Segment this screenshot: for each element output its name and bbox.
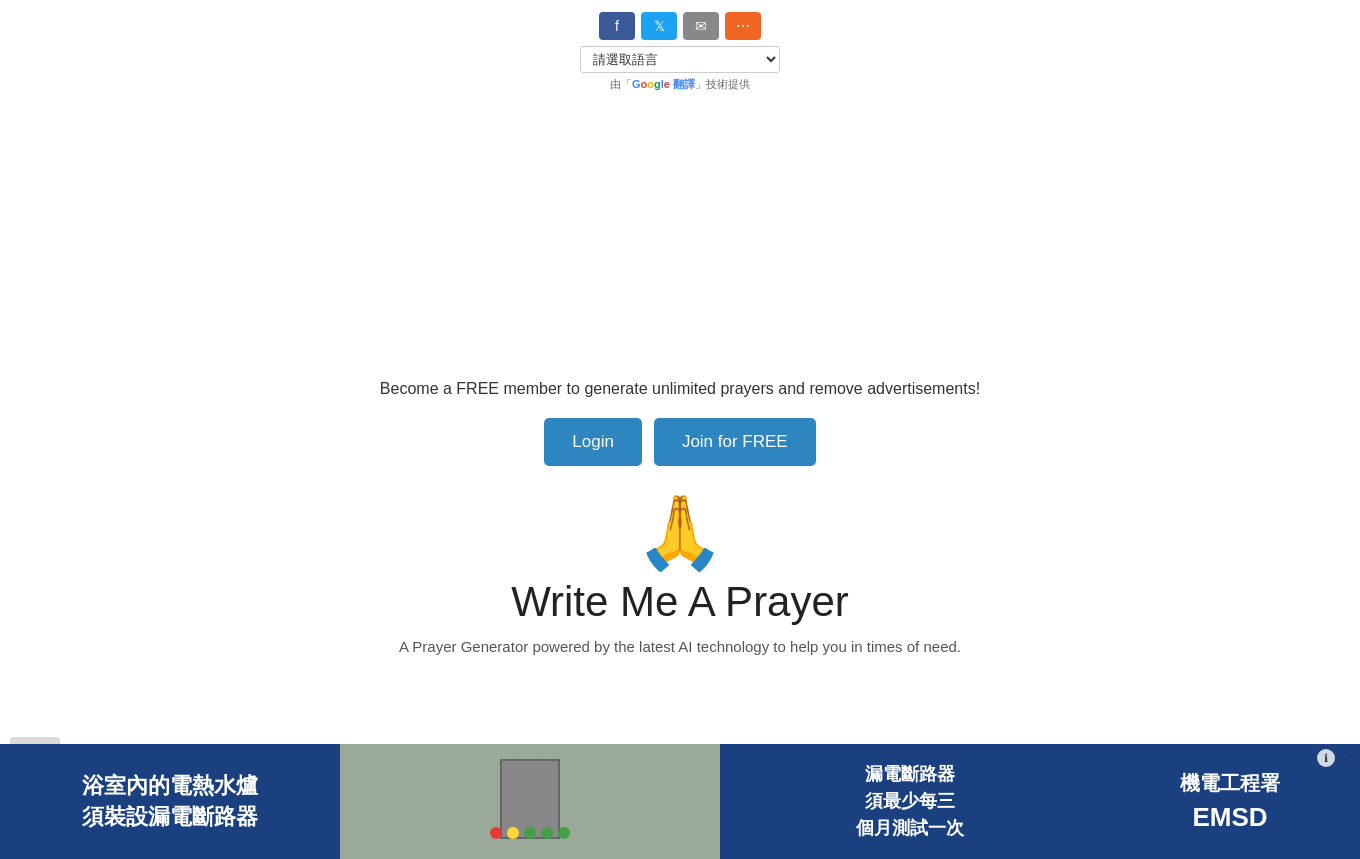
translate-credit: 由「Google 翻譯」技術提供	[610, 77, 750, 92]
translate-area: 請選取語言 由「Google 翻譯」技術提供	[0, 46, 1360, 92]
twitter-share-button[interactable]: 𝕏	[641, 12, 677, 40]
led-green2	[541, 827, 553, 839]
ad-panel-right: 漏電斷路器 須最少每三 個月測試一次	[720, 744, 1100, 859]
circuit-graphic	[340, 744, 720, 859]
ad-left-title: 浴室內的電熱水爐 須裝設漏電斷路器	[82, 771, 258, 833]
led-green	[524, 827, 536, 839]
promo-message: Become a FREE member to generate unlimit…	[380, 380, 980, 398]
promo-buttons: Login Join for FREE	[544, 418, 815, 466]
led-row	[490, 827, 570, 839]
prayer-subtitle: A Prayer Generator powered by the latest…	[399, 638, 961, 655]
sharethis-button[interactable]: ⋯	[725, 12, 761, 40]
promo-section: Become a FREE member to generate unlimit…	[0, 360, 1360, 685]
company-abbr: EMSD	[1192, 802, 1267, 833]
ad-banner: ℹ ⋮ 浴室內的電熱水爐 須裝設漏電斷路器	[0, 744, 1360, 859]
ad-info-button[interactable]: ℹ	[1317, 749, 1335, 767]
join-button[interactable]: Join for FREE	[654, 418, 816, 466]
language-select[interactable]: 請選取語言	[580, 46, 780, 73]
ad-panel-left: 浴室內的電熱水爐 須裝設漏電斷路器	[0, 744, 340, 859]
ad-panel-middle	[340, 744, 720, 859]
ad-more-button[interactable]: ⋮	[1337, 749, 1355, 767]
share-bar: f 𝕏 ✉ ⋯	[0, 0, 1360, 46]
ad-banner-inner: ℹ ⋮ 浴室內的電熱水爐 須裝設漏電斷路器	[0, 744, 1360, 859]
top-ad-space	[0, 100, 1360, 360]
ad-right-title: 漏電斷路器 須最少每三 個月測試一次	[856, 761, 964, 842]
company-name: 機電工程署	[1180, 770, 1280, 797]
google-logo: Google 翻譯	[632, 78, 695, 90]
prayer-emoji: 🙏	[635, 496, 725, 568]
prayer-title: Write Me A Prayer	[511, 578, 849, 626]
led-yellow	[507, 827, 519, 839]
facebook-share-button[interactable]: f	[599, 12, 635, 40]
email-share-button[interactable]: ✉	[683, 12, 719, 40]
login-button[interactable]: Login	[544, 418, 642, 466]
led-green3	[558, 827, 570, 839]
led-red	[490, 827, 502, 839]
